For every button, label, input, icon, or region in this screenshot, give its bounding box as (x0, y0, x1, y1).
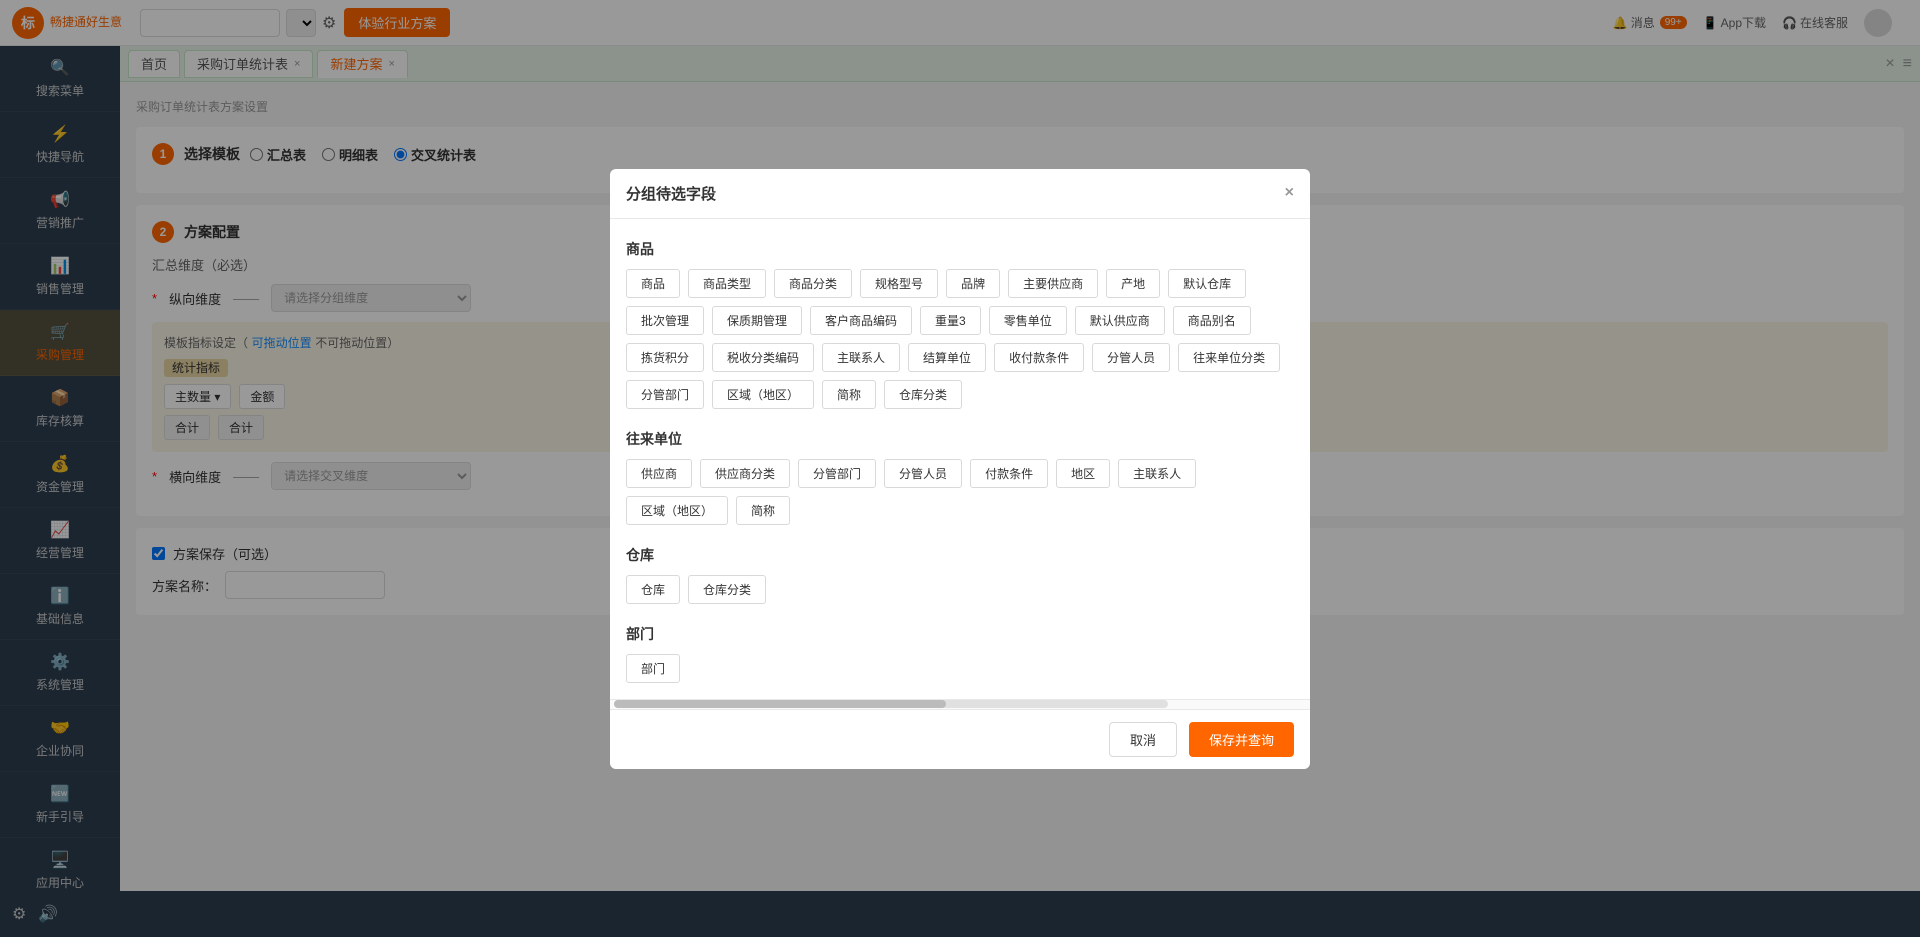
field-tag[interactable]: 往来单位分类 (1178, 343, 1280, 372)
cancel-button[interactable]: 取消 (1109, 722, 1177, 757)
field-tag[interactable]: 规格型号 (860, 269, 938, 298)
field-tag[interactable]: 默认供应商 (1075, 306, 1165, 335)
field-tag[interactable]: 地区 (1056, 459, 1110, 488)
field-tag[interactable]: 仓库分类 (688, 575, 766, 604)
confirm-button[interactable]: 保存并查询 (1189, 722, 1294, 757)
field-tag[interactable]: 税收分类编码 (712, 343, 814, 372)
section-partner-fields: 供应商 供应商分类 分管部门 分管人员 付款条件 地区 主联系人 区域（地区） … (626, 459, 1294, 525)
modal-header: 分组待选字段 × (610, 169, 1310, 219)
section-dept-fields: 部门 (626, 654, 1294, 683)
section-goods-fields: 商品 商品类型 商品分类 规格型号 品牌 主要供应商 产地 默认仓库 批次管理 … (626, 269, 1294, 409)
field-tag[interactable]: 客户商品编码 (810, 306, 912, 335)
field-tag[interactable]: 简称 (822, 380, 876, 409)
modal-hscroll (610, 699, 1310, 709)
field-tag[interactable]: 拣货积分 (626, 343, 704, 372)
field-tag[interactable]: 品牌 (946, 269, 1000, 298)
field-tag[interactable]: 付款条件 (970, 459, 1048, 488)
field-tag[interactable]: 商品类型 (688, 269, 766, 298)
field-select-modal: 分组待选字段 × 商品 商品 商品类型 商品分类 规格型号 品牌 主要供应商 产… (610, 169, 1310, 769)
field-tag[interactable]: 商品分类 (774, 269, 852, 298)
section-warehouse-fields: 仓库 仓库分类 (626, 575, 1294, 604)
field-tag[interactable]: 简称 (736, 496, 790, 525)
field-tag[interactable]: 分管部门 (626, 380, 704, 409)
section-warehouse-title: 仓库 (626, 541, 1294, 565)
field-tag[interactable]: 重量3 (920, 306, 981, 335)
field-tag[interactable]: 区域（地区） (626, 496, 728, 525)
field-tag[interactable]: 零售单位 (989, 306, 1067, 335)
field-tag[interactable]: 分管部门 (798, 459, 876, 488)
field-tag[interactable]: 供应商 (626, 459, 692, 488)
field-tag[interactable]: 产地 (1106, 269, 1160, 298)
field-tag[interactable]: 收付款条件 (994, 343, 1084, 372)
field-tag[interactable]: 主联系人 (1118, 459, 1196, 488)
field-tag[interactable]: 分管人员 (884, 459, 962, 488)
field-tag[interactable]: 商品 (626, 269, 680, 298)
field-tag[interactable]: 仓库分类 (884, 380, 962, 409)
field-tag[interactable]: 部门 (626, 654, 680, 683)
modal-body: 商品 商品 商品类型 商品分类 规格型号 品牌 主要供应商 产地 默认仓库 批次… (610, 219, 1310, 699)
hscroll-track (614, 700, 1168, 708)
modal-close-button[interactable]: × (1285, 184, 1294, 202)
field-tag[interactable]: 仓库 (626, 575, 680, 604)
field-tag[interactable]: 默认仓库 (1168, 269, 1246, 298)
field-tag[interactable]: 商品别名 (1173, 306, 1251, 335)
section-dept-title: 部门 (626, 620, 1294, 644)
field-tag[interactable]: 批次管理 (626, 306, 704, 335)
section-partner-title: 往来单位 (626, 425, 1294, 449)
field-tag[interactable]: 区域（地区） (712, 380, 814, 409)
modal-footer: 取消 保存并查询 (610, 709, 1310, 769)
hscroll-thumb[interactable] (614, 700, 946, 708)
modal-overlay: 分组待选字段 × 商品 商品 商品类型 商品分类 规格型号 品牌 主要供应商 产… (0, 0, 1920, 937)
field-tag[interactable]: 分管人员 (1092, 343, 1170, 372)
section-goods-title: 商品 (626, 235, 1294, 259)
modal-title: 分组待选字段 (626, 183, 716, 204)
field-tag[interactable]: 主要供应商 (1008, 269, 1098, 298)
field-tag[interactable]: 保质期管理 (712, 306, 802, 335)
field-tag[interactable]: 供应商分类 (700, 459, 790, 488)
field-tag[interactable]: 主联系人 (822, 343, 900, 372)
field-tag[interactable]: 结算单位 (908, 343, 986, 372)
